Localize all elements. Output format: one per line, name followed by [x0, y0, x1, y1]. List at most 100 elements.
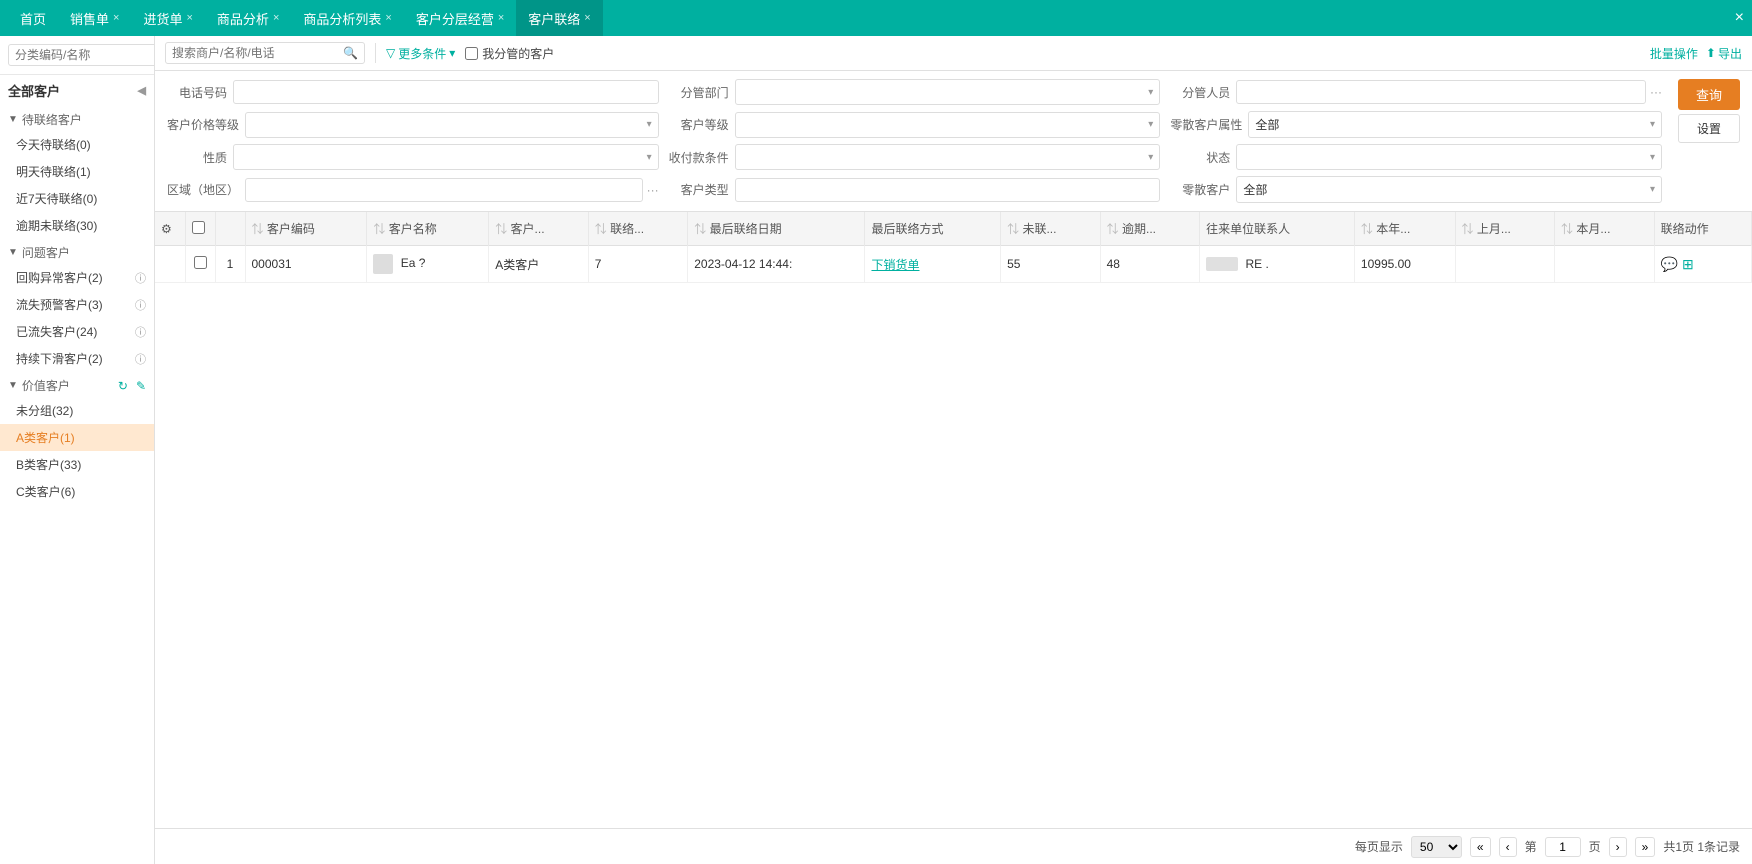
- next-page-button[interactable]: ›: [1609, 837, 1627, 857]
- dept-label: 分管部门: [669, 84, 729, 101]
- chevron-down-icon5: ▾: [647, 152, 652, 163]
- nav-customer-contact[interactable]: 客户联络 ×: [516, 0, 602, 36]
- td-uncontacted: 55: [1001, 246, 1101, 283]
- th-unit-contact[interactable]: 往来单位联系人: [1200, 212, 1355, 246]
- more-filters-button[interactable]: ▽ 更多条件 ▾: [386, 45, 455, 62]
- field-customer-grade: 客户等级 ▾: [669, 112, 1161, 138]
- phone-input[interactable]: [233, 80, 659, 104]
- th-check[interactable]: [185, 212, 215, 246]
- nav-customer-tier[interactable]: 客户分层经营 ×: [404, 0, 516, 36]
- close-customer-contact-tab[interactable]: ×: [584, 12, 590, 24]
- edit-icon[interactable]: ✎: [136, 379, 146, 393]
- page-number-input[interactable]: [1545, 837, 1581, 857]
- pagination-bar: 每页显示 50 100 200 « ‹ 第 页 › » 共1页 1条记录: [155, 828, 1752, 864]
- table-body: 1 000031 Ea ? A类客户 7: [155, 246, 1752, 283]
- filter-action-buttons: 查询 设置: [1678, 79, 1740, 203]
- select-all-checkbox[interactable]: [192, 221, 205, 234]
- nav-analysis-list[interactable]: 商品分析列表 ×: [291, 0, 403, 36]
- payment-select[interactable]: ▾: [735, 144, 1161, 170]
- th-contact[interactable]: ⇅ 联络...: [588, 212, 688, 246]
- first-page-button[interactable]: «: [1470, 837, 1491, 857]
- nav-purchase[interactable]: 进货单 ×: [131, 0, 204, 36]
- filter-row-2: 客户价格等级 ▾ 客户等级 ▾: [167, 111, 1662, 138]
- sidebar-item-c-class[interactable]: C类客户(6): [0, 478, 154, 505]
- filter-row-4: 区域（地区） ··· 客户类型 零散客户 全部 ▾: [167, 176, 1662, 203]
- sidebar-item-lost[interactable]: 已流失客户(24) ⓘ: [0, 318, 154, 345]
- region-label: 区域（地区）: [167, 181, 239, 198]
- th-uncontacted[interactable]: ⇅ 未联...: [1001, 212, 1101, 246]
- td-overdue: 48: [1100, 246, 1200, 283]
- sidebar-item-b-class[interactable]: B类客户(33): [0, 451, 154, 478]
- th-overdue[interactable]: ⇅ 逾期...: [1100, 212, 1200, 246]
- page-size-select[interactable]: 50 100 200: [1411, 836, 1462, 858]
- price-grade-select[interactable]: ▾: [245, 112, 659, 138]
- chevron-down-icon6: ▾: [1148, 152, 1153, 163]
- sidebar-all-customers[interactable]: 全部客户 ◀: [0, 75, 154, 106]
- main-search-input[interactable]: [172, 46, 343, 60]
- region-input[interactable]: [245, 178, 643, 202]
- refresh-icon[interactable]: ↻: [118, 379, 128, 393]
- customer-type-input[interactable]: [735, 178, 1161, 202]
- manager-dots[interactable]: ···: [1650, 85, 1662, 99]
- sidebar-search-input[interactable]: [8, 44, 155, 66]
- sidebar-item-7days[interactable]: 近7天待联络(0): [0, 185, 154, 212]
- sidebar-item-tomorrow[interactable]: 明天待联络(1): [0, 158, 154, 185]
- page-size-label: 每页显示: [1355, 838, 1403, 855]
- status-select[interactable]: ▾: [1236, 144, 1662, 170]
- sidebar-item-declining[interactable]: 持续下滑客户(2) ⓘ: [0, 345, 154, 372]
- close-all-tabs[interactable]: ×: [1735, 9, 1744, 27]
- last-page-button[interactable]: »: [1635, 837, 1656, 857]
- settings-button[interactable]: 设置: [1678, 114, 1740, 143]
- close-analysis-list-tab[interactable]: ×: [385, 12, 391, 24]
- prev-page-button[interactable]: ‹: [1499, 837, 1517, 857]
- field-manager: 分管人员 ···: [1170, 80, 1662, 104]
- th-last-date[interactable]: ⇅ 最后联络日期: [688, 212, 865, 246]
- region-dots[interactable]: ···: [647, 183, 659, 197]
- row-checkbox[interactable]: [194, 256, 207, 269]
- nav-sales[interactable]: 销售单 ×: [58, 0, 131, 36]
- th-code[interactable]: ⇅ 客户编码: [245, 212, 367, 246]
- nav-analysis[interactable]: 商品分析 ×: [205, 0, 291, 36]
- nav-home[interactable]: 首页: [8, 0, 58, 36]
- export-button[interactable]: ⬆ 导出: [1706, 45, 1742, 62]
- close-sales-tab[interactable]: ×: [113, 12, 119, 24]
- my-customers-check[interactable]: [465, 47, 478, 60]
- sidebar-item-ungroup[interactable]: 未分组(32): [0, 397, 154, 424]
- close-purchase-tab[interactable]: ×: [186, 12, 192, 24]
- sidebar-item-warning[interactable]: 流失预警客户(3) ⓘ: [0, 291, 154, 318]
- td-this-month: [1555, 246, 1655, 283]
- dept-select[interactable]: ▾: [735, 79, 1161, 105]
- th-type[interactable]: ⇅ 客户...: [489, 212, 589, 246]
- my-customers-checkbox[interactable]: 我分管的客户: [465, 45, 554, 62]
- sidebar-item-a-class[interactable]: A类客户(1): [0, 424, 154, 451]
- batch-operation-button[interactable]: 批量操作: [1650, 45, 1698, 62]
- th-last-month[interactable]: ⇅ 上月...: [1455, 212, 1555, 246]
- td-actions: 💬 ⊞: [1654, 246, 1751, 283]
- sidebar-item-overdue[interactable]: 逾期未联络(30): [0, 212, 154, 239]
- th-this-year[interactable]: ⇅ 本年...: [1354, 212, 1455, 246]
- td-type: A类客户: [489, 246, 589, 283]
- td-this-year: 10995.00: [1354, 246, 1455, 283]
- sidebar-group-value: ▼ 价值客户 ↻ ✎: [0, 372, 154, 397]
- message-icon[interactable]: 💬: [1661, 256, 1678, 273]
- td-check[interactable]: [185, 246, 215, 283]
- manager-input[interactable]: [1236, 80, 1646, 104]
- th-name[interactable]: ⇅ 客户名称: [367, 212, 489, 246]
- th-last-method[interactable]: 最后联络方式: [865, 212, 1001, 246]
- query-button[interactable]: 查询: [1678, 79, 1740, 110]
- th-this-month[interactable]: ⇅ 本月...: [1555, 212, 1655, 246]
- retail-attr-select[interactable]: 全部 ▾: [1248, 111, 1662, 138]
- toolbar-right: 批量操作 ⬆ 导出: [1650, 45, 1742, 62]
- last-method-link[interactable]: 下销货单: [871, 258, 919, 272]
- sidebar-item-abnormal[interactable]: 回购异常客户(2) ⓘ: [0, 264, 154, 291]
- main-search-icon[interactable]: 🔍: [343, 46, 358, 60]
- customer-avatar: [373, 254, 393, 274]
- th-settings[interactable]: ⚙: [155, 212, 185, 246]
- qr-icon[interactable]: ⊞: [1682, 256, 1694, 273]
- nature-select[interactable]: ▾: [233, 144, 659, 170]
- close-customer-tier-tab[interactable]: ×: [498, 12, 504, 24]
- customer-grade-select[interactable]: ▾: [735, 112, 1161, 138]
- sidebar-item-today[interactable]: 今天待联络(0): [0, 131, 154, 158]
- retail-customer-select[interactable]: 全部 ▾: [1236, 176, 1662, 203]
- close-analysis-tab[interactable]: ×: [273, 12, 279, 24]
